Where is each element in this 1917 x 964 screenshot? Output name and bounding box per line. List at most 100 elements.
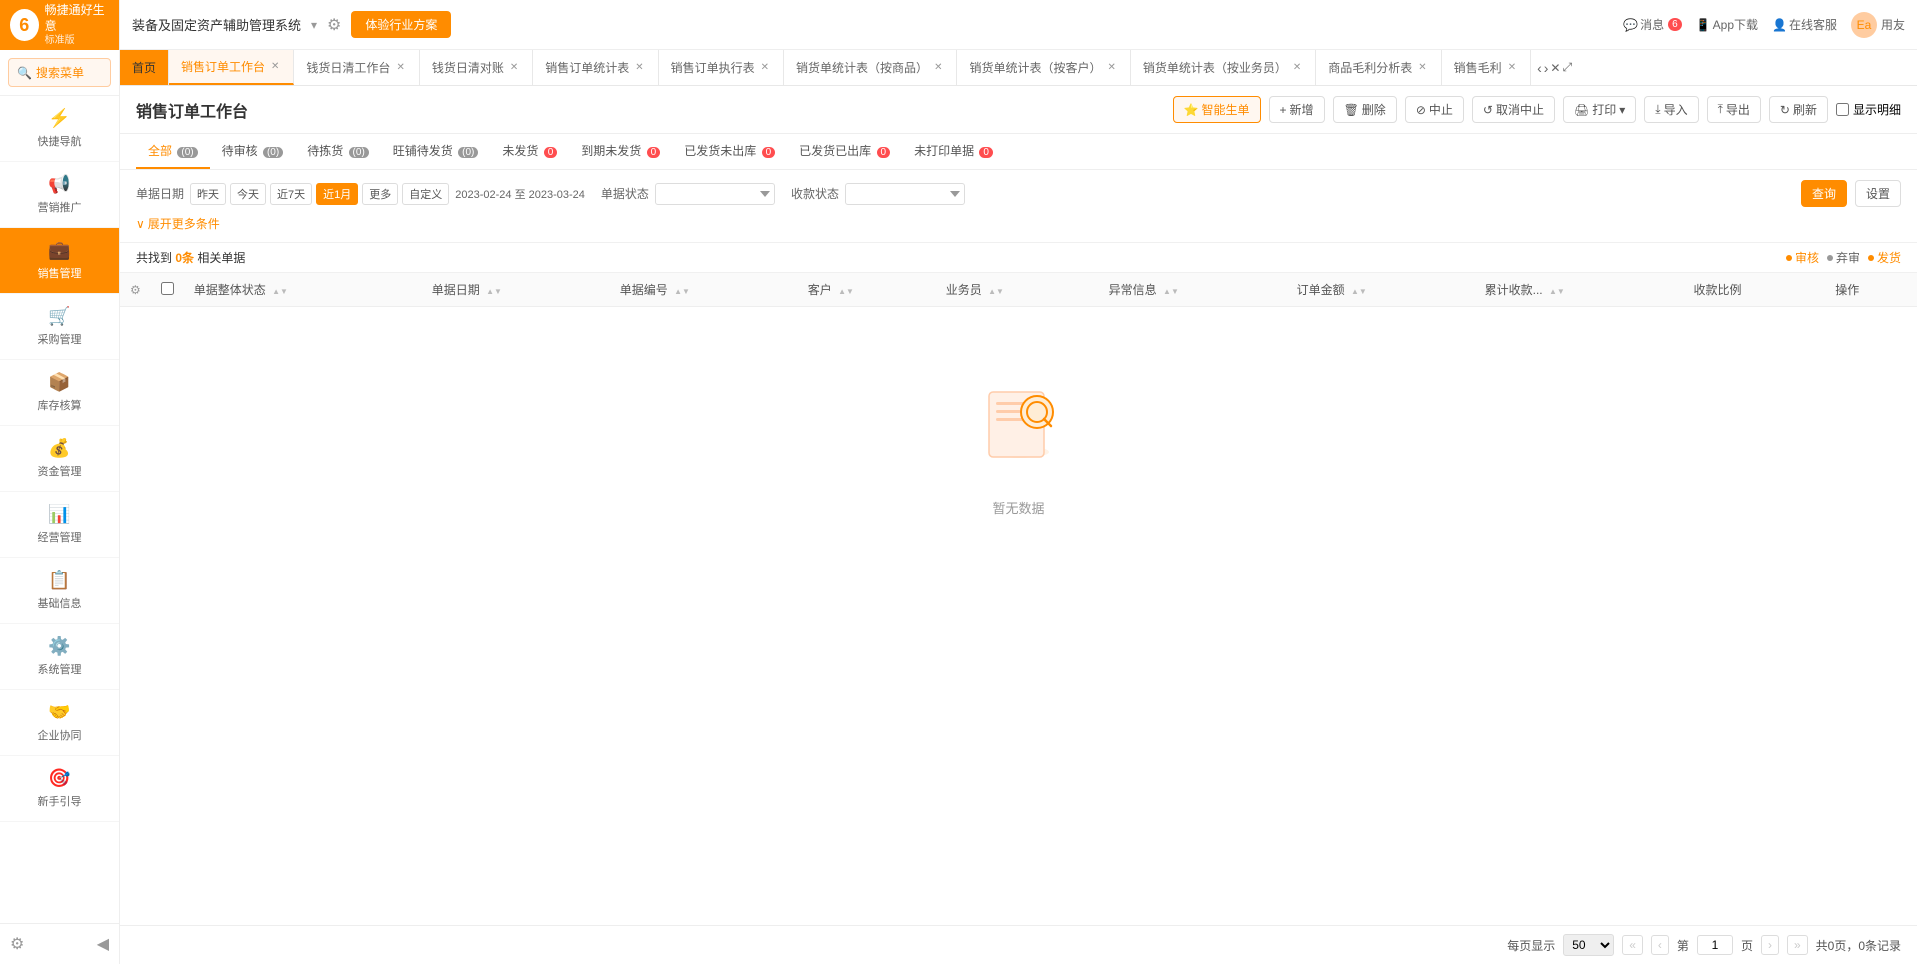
tab-home[interactable]: 首页 [120,50,169,85]
tab-sales-product[interactable]: 销货单统计表（按商品） ✕ [784,50,957,85]
col-checkbox[interactable] [151,273,184,307]
tab-close-sales-staff[interactable]: ✕ [1291,61,1303,74]
app-download-button[interactable]: 📱 App下载 [1696,16,1758,33]
tab-sales-gross[interactable]: 销售毛利 ✕ [1442,50,1531,85]
sort-staff-icon[interactable]: ▲▼ [988,287,1004,296]
sort-amount-icon[interactable]: ▲▼ [1351,287,1367,296]
subtab-pending-pickup[interactable]: 待拣货 (0) [295,134,381,169]
sidebar-item-quick-nav[interactable]: ⚡ 快捷导航 [0,96,119,162]
import-button[interactable]: ⤓ 导入 [1644,96,1698,123]
sidebar-item-basic-info[interactable]: 📋 基础信息 [0,558,119,624]
sort-customer-icon[interactable]: ▲▼ [838,287,854,296]
sidebar-item-operations[interactable]: 📊 经营管理 [0,492,119,558]
subtab-overdue[interactable]: 到期未发货 0 [569,134,672,169]
topbar-dropdown-icon[interactable]: ▾ [311,18,317,32]
expand-button[interactable]: ∨ 展开更多条件 [136,215,1901,232]
sidebar-item-finance[interactable]: 💰 资金管理 [0,426,119,492]
delete-button[interactable]: 🗑 删除 [1333,96,1397,123]
show-detail-checkbox[interactable] [1836,103,1849,116]
first-page-button[interactable]: « [1622,935,1643,955]
filter-action-group: 查询 设置 [1801,180,1901,207]
tab-sales-exec[interactable]: 销售订单执行表 ✕ [659,50,784,85]
date-btn-7days[interactable]: 近7天 [270,183,312,205]
sidebar-item-enterprise[interactable]: 🤝 企业协同 [0,690,119,756]
tab-daily-cash[interactable]: 钱货日清工作台 ✕ [294,50,419,85]
sidebar-item-marketing[interactable]: 📢 营销推广 [0,162,119,228]
sidebar-item-new-guide[interactable]: 🎯 新手引导 [0,756,119,822]
subtab-shipped-not-out[interactable]: 已发货未出库 0 [672,134,787,169]
experience-button[interactable]: 体验行业方案 [351,11,451,38]
prev-page-button[interactable]: ‹ [1651,935,1669,955]
date-btn-custom[interactable]: 自定义 [402,183,449,205]
next-page-button[interactable]: › [1761,935,1779,955]
review-action-btn[interactable]: 审核 [1786,249,1819,266]
tab-sales-workbench[interactable]: 销售订单工作台 ✕ [169,50,294,85]
last-page-button[interactable]: » [1787,935,1808,955]
tab-close-profit[interactable]: ✕ [1416,61,1428,74]
sort-status-icon[interactable]: ▲▼ [272,287,288,296]
print-button[interactable]: 🖨 打印 ▾ [1563,96,1636,123]
tab-sales-stats[interactable]: 销售订单统计表 ✕ [533,50,658,85]
collapse-icon[interactable]: ◀ [97,934,109,954]
sidebar-item-sales[interactable]: 💼 销售管理 [0,228,119,294]
show-detail-label[interactable]: 显示明细 [1836,101,1901,118]
topbar-settings-icon[interactable]: ⚙ [327,15,341,35]
tab-close-cash-goods[interactable]: ✕ [508,61,520,74]
tab-close-sales-stats[interactable]: ✕ [633,61,645,74]
select-all-checkbox[interactable] [161,282,174,295]
content-area: 销售订单工作台 ⭐ 智能生单 + 新增 🗑 删除 ⊘ 中止 [120,86,1917,964]
date-btn-more[interactable]: 更多 [362,183,398,205]
online-service-button[interactable]: 👤 在线客服 [1772,16,1837,33]
user-area[interactable]: Ea 用友 [1851,12,1905,38]
sidebar-item-inventory[interactable]: 📦 库存核算 [0,360,119,426]
tab-sales-customer[interactable]: 销货单统计表（按客户） ✕ [957,50,1130,85]
page-input[interactable] [1697,935,1733,955]
tab-close-sales-product[interactable]: ✕ [932,61,944,74]
subtab-unprinted[interactable]: 未打印单据 0 [902,134,1005,169]
search-menu-button[interactable]: 🔍 搜索菜单 [8,58,111,87]
status-select[interactable] [655,183,775,205]
date-btn-yesterday[interactable]: 昨天 [190,183,226,205]
smart-create-button[interactable]: ⭐ 智能生单 [1173,96,1261,123]
sort-date-icon[interactable]: ▲▼ [486,287,502,296]
settings-gear-icon[interactable]: ⚙ [10,934,24,954]
subtab-shipped-out[interactable]: 已发货已出库 0 [787,134,902,169]
col-settings[interactable]: ⚙ [120,273,151,307]
export-button[interactable]: ⤒ 导出 [1707,96,1761,123]
tab-sales-staff[interactable]: 销货单统计表（按业务员） ✕ [1131,50,1316,85]
tab-next-arrow[interactable]: › [1544,60,1549,76]
tab-close-sales-exec[interactable]: ✕ [759,61,771,74]
tab-cash-goods[interactable]: 钱货日清对账 ✕ [420,50,533,85]
tab-profit[interactable]: 商品毛利分析表 ✕ [1316,50,1441,85]
ship-action-btn[interactable]: 发货 [1868,249,1901,266]
tab-close-sales-gross[interactable]: ✕ [1506,61,1518,74]
sort-anomaly-icon[interactable]: ▲▼ [1163,287,1179,296]
sidebar-item-system[interactable]: ⚙️ 系统管理 [0,624,119,690]
subtab-not-shipped-badge: 0 [544,147,558,158]
subtab-all[interactable]: 全部 (0) [136,134,210,169]
tab-close-sales-customer[interactable]: ✕ [1105,61,1117,74]
sidebar-item-purchase[interactable]: 🛒 采购管理 [0,294,119,360]
date-btn-1month[interactable]: 近1月 [316,183,358,205]
tab-close-sales-workbench[interactable]: ✕ [269,60,281,73]
tab-close-daily-cash[interactable]: ✕ [394,61,406,74]
query-button[interactable]: 查询 [1801,180,1847,207]
date-btn-today[interactable]: 今天 [230,183,266,205]
tab-prev-arrow[interactable]: ‹ [1537,60,1542,76]
cancel-stop-button[interactable]: ↺ 取消中止 [1472,96,1555,123]
tab-maximize[interactable]: ⤢ [1562,60,1572,75]
subtab-pending-review[interactable]: 待审核 (0) [210,134,296,169]
new-button[interactable]: + 新增 [1269,96,1325,123]
settings-button[interactable]: 设置 [1855,180,1901,207]
cancel-action-btn[interactable]: 弃审 [1827,249,1860,266]
stop-button[interactable]: ⊘ 中止 [1405,96,1464,123]
subtab-not-shipped[interactable]: 未发货 0 [490,134,569,169]
sort-received-icon[interactable]: ▲▼ [1549,287,1565,296]
message-button[interactable]: 💬 消息 6 [1623,16,1682,33]
sort-number-icon[interactable]: ▲▼ [674,287,690,296]
refresh-button[interactable]: ↻ 刷新 [1769,96,1828,123]
payment-select[interactable] [845,183,965,205]
tab-close-all[interactable]: ✕ [1550,61,1560,75]
per-page-select[interactable]: 50 10 20 100 [1563,934,1614,956]
subtab-wangpu[interactable]: 旺铺待发货 (0) [381,134,491,169]
